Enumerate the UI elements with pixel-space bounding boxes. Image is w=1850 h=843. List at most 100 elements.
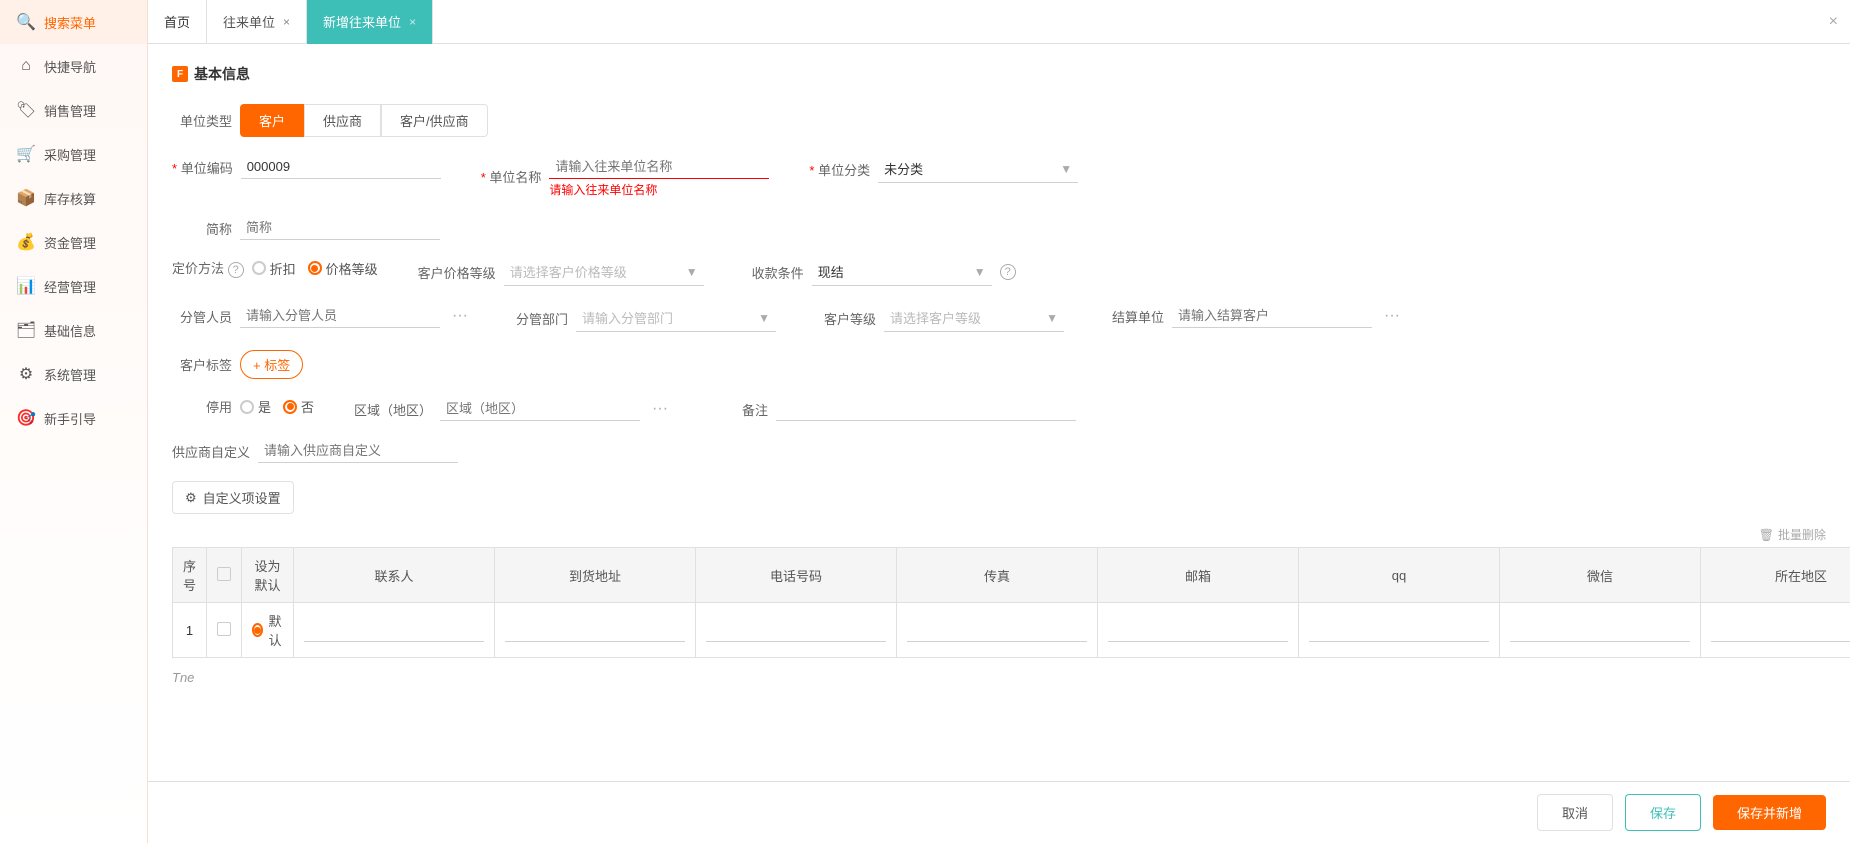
unit-type-label: 单位类型 bbox=[172, 111, 232, 130]
sidebar-item-basic-info[interactable]: 🗂 基础信息 bbox=[0, 308, 147, 352]
tne-area: Tne bbox=[172, 670, 1826, 685]
manager-row: 分管人员 ··· 分管部门 请输入分管部门 ▼ 客户等级 请选择客户等级 ▼ bbox=[172, 304, 1826, 332]
customer-price-dropdown-arrow: ▼ bbox=[686, 265, 698, 279]
section-icon: F bbox=[172, 66, 188, 82]
close-all-tabs[interactable]: × bbox=[1829, 13, 1838, 31]
th-no: 序号 bbox=[173, 548, 207, 603]
row-wechat bbox=[1500, 603, 1701, 658]
pricing-radio-group: 折扣 价格等级 bbox=[252, 259, 378, 278]
unit-category-label: * 单位分类 bbox=[809, 160, 870, 179]
customer-tag-group: 客户标签 + 标签 bbox=[172, 350, 303, 379]
manager-more-btn[interactable]: ··· bbox=[452, 307, 468, 325]
row-1-address-input[interactable] bbox=[505, 618, 685, 642]
row-1-checkbox[interactable] bbox=[217, 622, 231, 636]
pricing-help-icon[interactable]: ? bbox=[228, 262, 244, 278]
settle-unit-more-btn[interactable]: ··· bbox=[1384, 307, 1400, 325]
header-checkbox[interactable] bbox=[217, 567, 231, 581]
pricing-method-label: 定价方法 ? bbox=[172, 258, 244, 278]
row-1-fax-input[interactable] bbox=[907, 618, 1087, 642]
contact-table: 序号 设为默认 联系人 到货地址 电话号码 传真 邮箱 qq 微信 所在地区 bbox=[172, 547, 1850, 658]
row-1-qq-input[interactable] bbox=[1309, 618, 1489, 642]
supplier-custom-input[interactable] bbox=[258, 439, 458, 463]
sidebar-item-purchase[interactable]: 🛒 采购管理 bbox=[0, 132, 147, 176]
bulk-delete-button[interactable]: 🗑 批量删除 bbox=[1759, 526, 1826, 543]
pricing-discount-radio[interactable]: 折扣 bbox=[252, 259, 296, 278]
custom-settings-button[interactable]: ⚙ 自定义项设置 bbox=[172, 481, 294, 514]
sidebar-item-sales[interactable]: 🏷 销售管理 bbox=[0, 88, 147, 132]
supplier-custom-group: 供应商自定义 bbox=[172, 439, 458, 463]
row-1-contact-input[interactable] bbox=[304, 618, 484, 642]
dept-select[interactable]: 请输入分管部门 ▼ bbox=[576, 304, 776, 332]
manager-input[interactable] bbox=[240, 304, 440, 328]
sidebar-item-inventory[interactable]: 📦 库存核算 bbox=[0, 176, 147, 220]
unit-type-customer[interactable]: 客户 bbox=[240, 104, 304, 137]
th-checkbox bbox=[207, 548, 242, 603]
bulk-delete-area: 🗑 批量删除 bbox=[172, 526, 1826, 543]
save-new-button[interactable]: 保存并新增 bbox=[1713, 795, 1826, 830]
settle-unit-input[interactable] bbox=[1172, 304, 1372, 328]
unit-name-input[interactable] bbox=[549, 155, 769, 179]
pricing-discount-circle bbox=[252, 261, 266, 275]
finance-icon: 💰 bbox=[16, 232, 36, 252]
region-more-btn[interactable]: ··· bbox=[652, 400, 668, 418]
dept-label: 分管部门 bbox=[508, 309, 568, 328]
sidebar-item-ops[interactable]: 📊 经营管理 bbox=[0, 264, 147, 308]
sidebar-item-guide[interactable]: 🎯 新手引导 bbox=[0, 396, 147, 440]
sidebar-item-finance[interactable]: 💰 资金管理 bbox=[0, 220, 147, 264]
bulk-delete-icon: 🗑 bbox=[1759, 528, 1774, 542]
remark-input[interactable] bbox=[776, 397, 1076, 421]
region-input[interactable] bbox=[440, 397, 640, 421]
row-1-area-input[interactable] bbox=[1711, 618, 1850, 642]
purchase-icon: 🛒 bbox=[16, 144, 36, 164]
category-dropdown-arrow: ▼ bbox=[1060, 162, 1072, 176]
row-1-default-radio bbox=[252, 623, 263, 637]
region-label: 区域（地区） bbox=[354, 400, 432, 419]
unit-category-select[interactable]: 未分类 ▼ bbox=[878, 155, 1078, 183]
row-1-email-input[interactable] bbox=[1108, 618, 1288, 642]
disabled-no-circle bbox=[283, 400, 297, 414]
pricing-grade-radio[interactable]: 价格等级 bbox=[308, 259, 378, 278]
payment-help-icon[interactable]: ? bbox=[1000, 264, 1016, 280]
customer-grade-select[interactable]: 请选择客户等级 ▼ bbox=[884, 304, 1064, 332]
tab-new-partner-close[interactable]: × bbox=[409, 15, 416, 29]
th-address: 到货地址 bbox=[495, 548, 696, 603]
customer-tag-row: 客户标签 + 标签 bbox=[172, 350, 1826, 379]
disabled-no-radio[interactable]: 否 bbox=[283, 397, 314, 416]
remark-label: 备注 bbox=[708, 400, 768, 419]
th-qq: qq bbox=[1299, 548, 1500, 603]
basic-info-icon: 🗂 bbox=[16, 320, 36, 340]
unit-code-group: * 单位编码 bbox=[172, 155, 441, 179]
settle-unit-group: 结算单位 ··· bbox=[1104, 304, 1400, 328]
sidebar-item-search[interactable]: 🔍 搜索菜单 bbox=[0, 0, 147, 44]
row-no: 1 bbox=[173, 603, 207, 658]
sidebar-item-quick-nav[interactable]: ⌂ 快捷导航 bbox=[0, 44, 147, 88]
home-icon: ⌂ bbox=[16, 56, 36, 76]
customer-grade-group: 客户等级 请选择客户等级 ▼ bbox=[816, 304, 1064, 332]
tab-partners[interactable]: 往来单位 × bbox=[207, 0, 307, 44]
sales-icon: 🏷 bbox=[16, 100, 36, 120]
supplier-custom-row: 供应商自定义 bbox=[172, 439, 1826, 463]
row-1-phone-input[interactable] bbox=[706, 618, 886, 642]
disabled-yes-radio[interactable]: 是 bbox=[240, 397, 271, 416]
unit-type-both[interactable]: 客户/供应商 bbox=[381, 104, 488, 137]
add-tag-button[interactable]: + 标签 bbox=[240, 350, 303, 379]
unit-type-supplier[interactable]: 供应商 bbox=[304, 104, 381, 137]
customer-price-select[interactable]: 请选择客户价格等级 ▼ bbox=[504, 258, 704, 286]
unit-name-input-group: 请输入往来单位名称 bbox=[549, 155, 769, 198]
row-1-wechat-input[interactable] bbox=[1510, 618, 1690, 642]
sidebar-item-system[interactable]: ⚙ 系统管理 bbox=[0, 352, 147, 396]
row-phone bbox=[696, 603, 897, 658]
tab-partners-close[interactable]: × bbox=[283, 15, 290, 29]
tab-new-partner[interactable]: 新增往来单位 × bbox=[307, 0, 433, 44]
short-name-input[interactable] bbox=[240, 216, 440, 240]
save-button[interactable]: 保存 bbox=[1625, 794, 1701, 831]
tab-home[interactable]: 首页 bbox=[148, 0, 207, 44]
customer-grade-dropdown-arrow: ▼ bbox=[1046, 311, 1058, 325]
unit-code-input[interactable] bbox=[241, 155, 441, 179]
disabled-row: 停用 是 否 区域（地区） ··· bbox=[172, 397, 1826, 421]
cancel-button[interactable]: 取消 bbox=[1537, 794, 1613, 831]
payment-terms-select[interactable]: 现结 ▼ bbox=[812, 258, 992, 286]
unit-name-label: * 单位名称 bbox=[481, 167, 542, 186]
th-region: 所在地区 bbox=[1701, 548, 1850, 603]
unit-type-group: 单位类型 客户 供应商 客户/供应商 bbox=[172, 104, 488, 137]
